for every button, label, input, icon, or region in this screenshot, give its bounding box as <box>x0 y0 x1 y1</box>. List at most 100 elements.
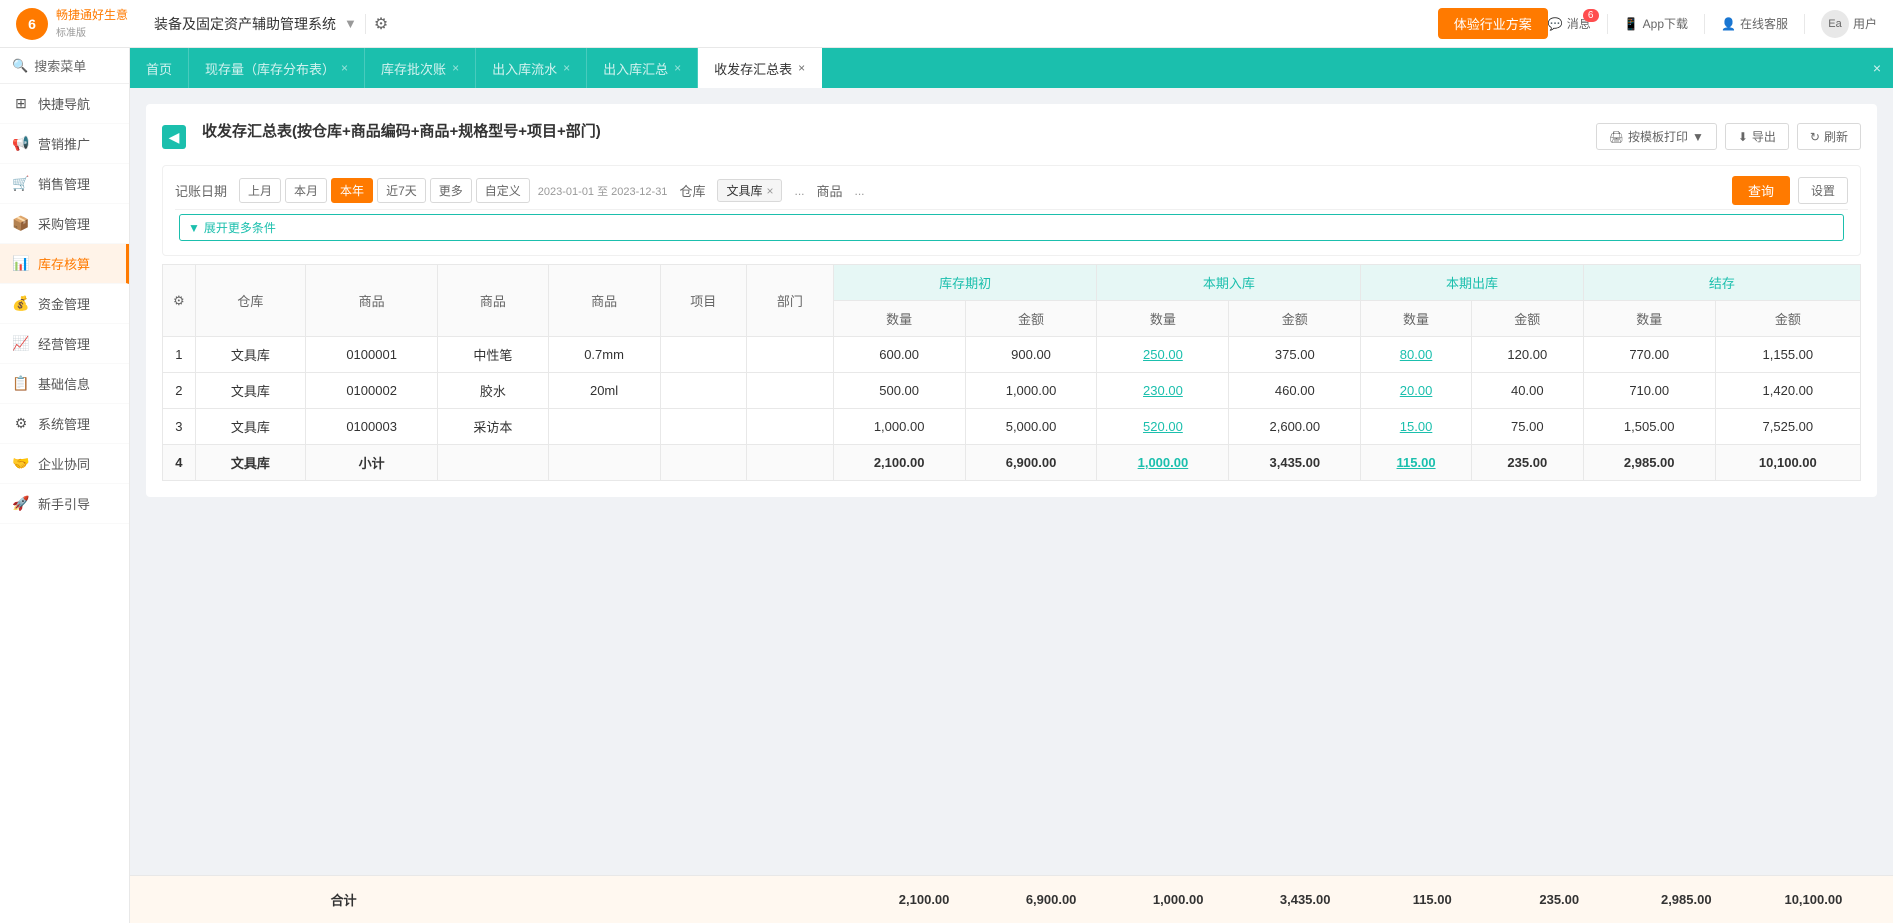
tab-close-batch[interactable]: × <box>452 61 459 75</box>
quick-nav-icon: ⊞ <box>12 95 30 112</box>
main-page-card: ◀ 收发存汇总表(按仓库+商品编码+商品+规格型号+项目+部门) 🖨 按模板打印… <box>146 104 1877 497</box>
total-open-qty: 2,100.00 <box>861 884 988 915</box>
row1-warehouse: 文具库 <box>195 337 306 373</box>
message-button[interactable]: 💬 消息 6 <box>1548 15 1591 32</box>
refresh-button[interactable]: ↻ 刷新 <box>1797 123 1861 150</box>
subtotal-open-qty: 2,100.00 <box>833 445 965 481</box>
sidebar-item-sales[interactable]: 🛒 销售管理 <box>0 164 129 204</box>
footer-table: 合计 2,100.00 6,900.00 1,000.00 3,435.00 1… <box>146 884 1877 915</box>
sidebar-item-base-info[interactable]: 📋 基础信息 <box>0 364 129 404</box>
th-settings[interactable]: ⚙ <box>163 265 196 337</box>
row2-in-qty[interactable]: 230.00 <box>1097 373 1229 409</box>
sidebar-item-marketing[interactable]: 📢 营销推广 <box>0 124 129 164</box>
settings-filter-button[interactable]: 设置 <box>1798 177 1848 204</box>
row1-project <box>660 337 747 373</box>
divider3 <box>1704 14 1705 34</box>
sidebar-item-enterprise[interactable]: 🤝 企业协同 <box>0 444 129 484</box>
th-project: 项目 <box>660 265 747 337</box>
footer-total-row: 合计 2,100.00 6,900.00 1,000.00 3,435.00 1… <box>130 875 1893 923</box>
subtotal-in-qty[interactable]: 1,000.00 <box>1097 445 1229 481</box>
tab-home[interactable]: 首页 <box>130 48 189 88</box>
th-dept: 部门 <box>747 265 834 337</box>
download-icon: 📱 <box>1624 17 1639 31</box>
search-menu[interactable]: 🔍 搜索菜单 <box>0 48 129 84</box>
total-bal-qty: 2,985.00 <box>1623 884 1750 915</box>
export-button[interactable]: ⬇ 导出 <box>1725 123 1789 150</box>
sys-dropdown-icon[interactable]: ▼ <box>344 16 357 31</box>
system-icon: ⚙ <box>12 415 30 432</box>
row3-in-qty[interactable]: 520.00 <box>1097 409 1229 445</box>
sidebar-item-finance[interactable]: 💰 资金管理 <box>0 284 129 324</box>
collapse-arrow[interactable]: ◀ <box>162 125 186 149</box>
settings-button[interactable]: ⚙ <box>374 14 388 34</box>
subtotal-no: 4 <box>163 445 196 481</box>
subtotal-out-qty[interactable]: 115.00 <box>1361 445 1472 481</box>
tab-close-summary[interactable]: × <box>674 61 681 75</box>
tab-close-stock-dist[interactable]: × <box>341 61 348 75</box>
divider2 <box>1607 14 1608 34</box>
warehouse-more[interactable]: ... <box>794 184 804 198</box>
total-out-qty: 115.00 <box>1369 884 1496 915</box>
row2-code: 0100002 <box>306 373 438 409</box>
total-open-amt: 6,900.00 <box>988 884 1115 915</box>
sidebar-item-quick-nav[interactable]: ⊞ 快捷导航 <box>0 84 129 124</box>
brand-name: 畅捷通好生意 <box>56 8 128 24</box>
row1-out-qty[interactable]: 80.00 <box>1361 337 1472 373</box>
date-btn-this-month[interactable]: 本月 <box>285 178 327 203</box>
purchase-icon: 📦 <box>12 215 30 232</box>
row3-name: 采访本 <box>438 409 549 445</box>
subtotal-warehouse: 文具库 <box>195 445 306 481</box>
tab-close-receive[interactable]: × <box>798 61 805 75</box>
warehouse-tag: 文具库 × <box>717 179 782 202</box>
row2-out-qty[interactable]: 20.00 <box>1361 373 1472 409</box>
filter-section: 记账日期 上月 本月 本年 近7天 更多 自定义 2023-01-01 至 20… <box>162 165 1861 256</box>
sidebar-item-purchase[interactable]: 📦 采购管理 <box>0 204 129 244</box>
tab-in-out-summary[interactable]: 出入库汇总 × <box>587 48 698 88</box>
goods-filter-label: 商品 <box>817 181 843 200</box>
th-spec: 商品 <box>548 265 660 337</box>
tab-close-flow[interactable]: × <box>563 61 570 75</box>
row2-name: 胶水 <box>438 373 549 409</box>
app-download-button[interactable]: 📱 App下载 <box>1624 15 1688 32</box>
row2-project <box>660 373 747 409</box>
sidebar-item-operations[interactable]: 📈 经营管理 <box>0 324 129 364</box>
tab-receive-summary[interactable]: 收发存汇总表 × <box>698 48 822 88</box>
try-industry-button[interactable]: 体验行业方案 <box>1438 8 1548 39</box>
sidebar-item-system[interactable]: ⚙ 系统管理 <box>0 404 129 444</box>
row1-open-qty: 600.00 <box>833 337 965 373</box>
user-button[interactable]: Ea 用户 <box>1821 10 1877 38</box>
row1-in-qty[interactable]: 250.00 <box>1097 337 1229 373</box>
tab-batch-accounts[interactable]: 库存批次账 × <box>365 48 476 88</box>
row1-no: 1 <box>163 337 196 373</box>
th-out-amt: 金额 <box>1471 301 1583 337</box>
table-header-row-1: ⚙ 仓库 商品 商品 商品 项目 部门 库存期初 本期入库 本期出库 <box>163 265 1861 301</box>
online-service-button[interactable]: 👤 在线客服 <box>1721 15 1788 32</box>
sidebar-item-inventory[interactable]: 📊 库存核算 <box>0 244 129 284</box>
subtotal-row: 4 文具库 小计 2,100.00 6,900.00 1,000.0 <box>163 445 1861 481</box>
tab-stock-dist[interactable]: 现存量（库存分布表） × <box>189 48 365 88</box>
warehouse-tag-close[interactable]: × <box>766 184 773 198</box>
page-header-actions: 🖨 按模板打印 ▼ ⬇ 导出 ↻ 刷新 <box>1596 123 1861 150</box>
message-badge: 6 <box>1583 9 1599 22</box>
row1-spec: 0.7mm <box>548 337 660 373</box>
search-icon: 🔍 <box>12 58 28 74</box>
date-btn-more[interactable]: 更多 <box>430 178 472 203</box>
print-button[interactable]: 🖨 按模板打印 ▼ <box>1596 123 1717 150</box>
date-btn-last-month[interactable]: 上月 <box>239 178 281 203</box>
date-btn-custom[interactable]: 自定义 <box>476 178 530 203</box>
row1-code: 0100001 <box>306 337 438 373</box>
tab-in-out-flow[interactable]: 出入库流水 × <box>476 48 587 88</box>
goods-more[interactable]: ... <box>855 184 865 198</box>
query-button[interactable]: 查询 <box>1732 176 1790 205</box>
expand-conditions-button[interactable]: ▼ 展开更多条件 <box>179 214 1844 241</box>
row3-out-qty[interactable]: 15.00 <box>1361 409 1472 445</box>
page-title: 收发存汇总表(按仓库+商品编码+商品+规格型号+项目+部门) <box>202 120 601 141</box>
base-info-icon: 📋 <box>12 375 30 392</box>
subtotal-bal-amt: 10,100.00 <box>1715 445 1860 481</box>
sidebar-item-guide[interactable]: 🚀 新手引导 <box>0 484 129 524</box>
tab-bar-end: × <box>1869 56 1893 80</box>
close-all-tabs-button[interactable]: × <box>1869 56 1885 80</box>
date-btn-this-year[interactable]: 本年 <box>331 178 373 203</box>
date-btn-7days[interactable]: 近7天 <box>377 178 426 203</box>
refresh-icon: ↻ <box>1810 130 1820 144</box>
